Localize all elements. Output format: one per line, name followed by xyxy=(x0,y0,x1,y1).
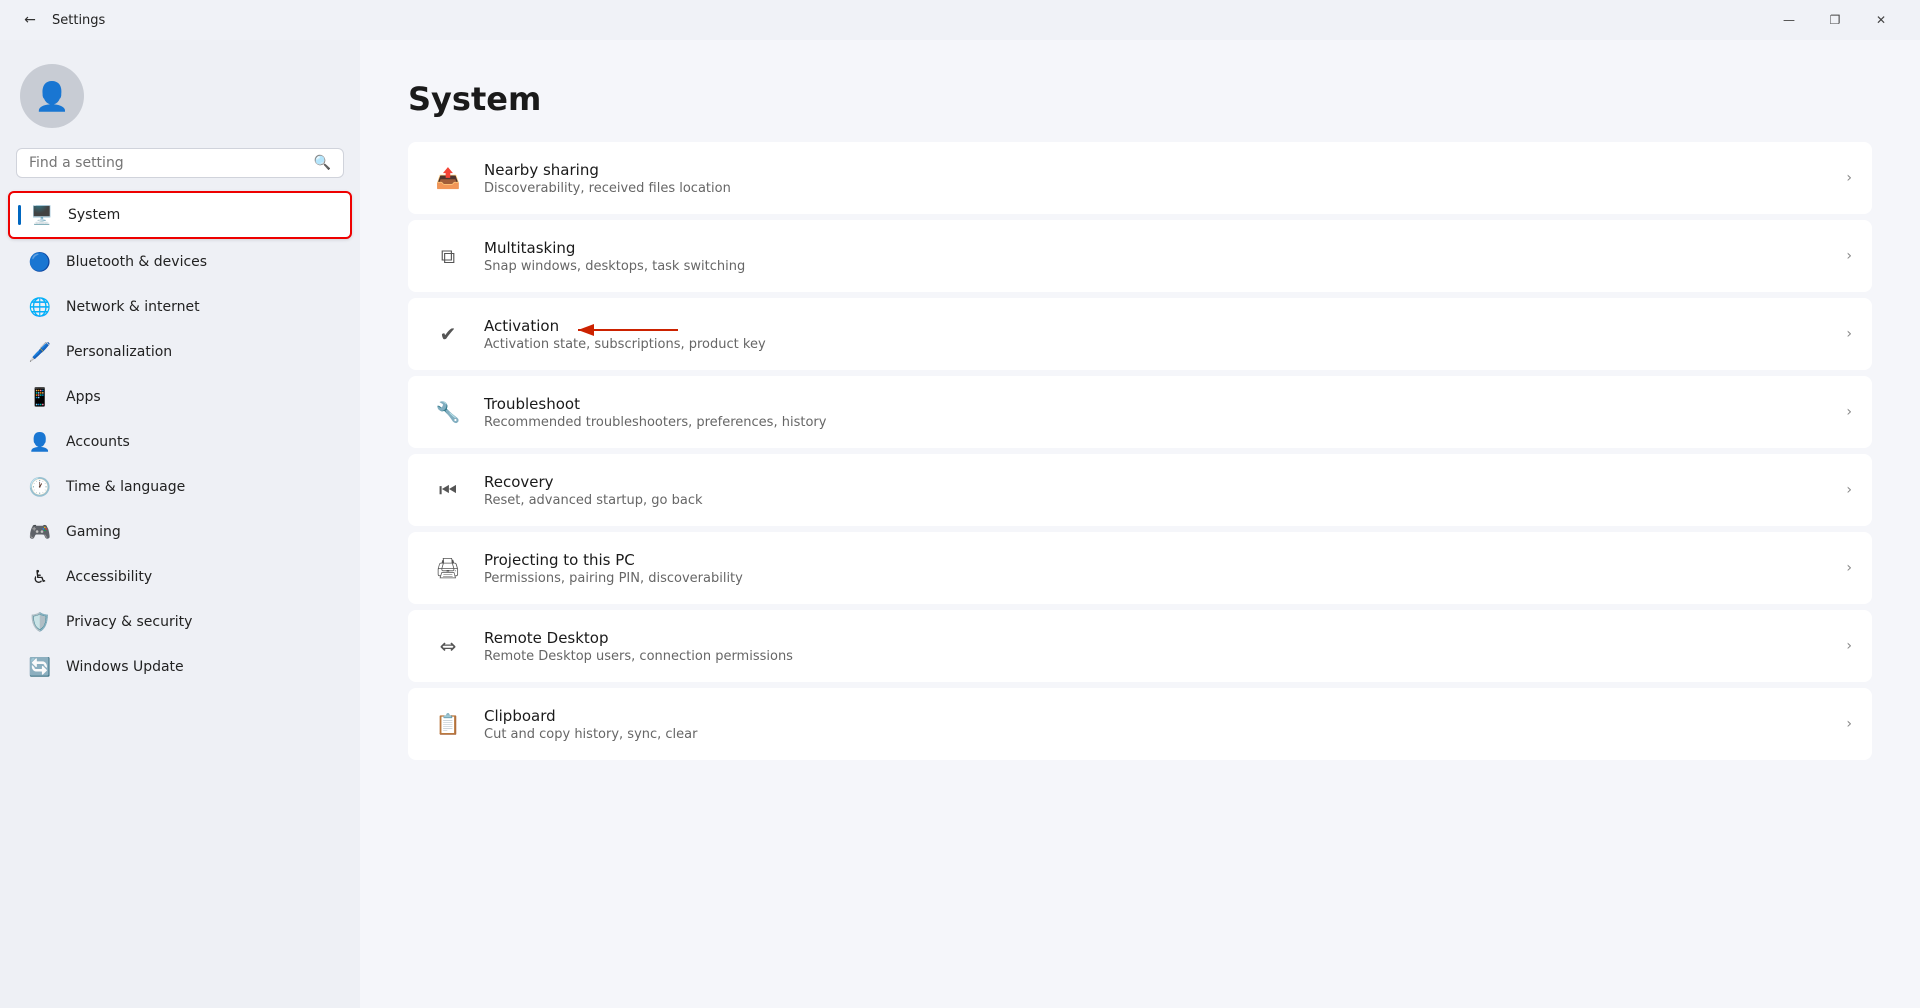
sidebar-label-gaming: Gaming xyxy=(66,524,121,540)
sidebar-item-network[interactable]: 🌐 Network & internet xyxy=(8,285,352,329)
sidebar-item-personalization[interactable]: 🖊️ Personalization xyxy=(8,330,352,374)
settings-card-clipboard[interactable]: 📋 Clipboard Cut and copy history, sync, … xyxy=(408,688,1872,760)
sidebar-label-windows-update: Windows Update xyxy=(66,659,184,675)
sidebar-item-time[interactable]: 🕐 Time & language xyxy=(8,465,352,509)
nearby-sharing-subtitle: Discoverability, received files location xyxy=(484,181,1846,196)
recovery-subtitle: Reset, advanced startup, go back xyxy=(484,493,1846,508)
activation-icon: ✔ xyxy=(428,314,468,354)
search-icon: 🔍 xyxy=(314,155,331,171)
settings-card-projecting[interactable]: 🖨 Projecting to this PC Permissions, pai… xyxy=(408,532,1872,604)
avatar: 👤 xyxy=(20,64,84,128)
recovery-icon: ⏮ xyxy=(428,470,468,510)
maximize-button[interactable]: ❐ xyxy=(1812,0,1858,40)
activation-title: Activation xyxy=(484,317,1846,335)
sidebar-item-accounts[interactable]: 👤 Accounts xyxy=(8,420,352,464)
clipboard-icon: 📋 xyxy=(428,704,468,744)
sidebar-label-bluetooth: Bluetooth & devices xyxy=(66,254,207,270)
settings-card-activation[interactable]: ✔ Activation Activation state, subscript… xyxy=(408,298,1872,370)
bluetooth-icon: 🔵 xyxy=(28,250,52,274)
remote-desktop-title: Remote Desktop xyxy=(484,629,1846,647)
search-box[interactable]: 🔍 xyxy=(16,148,344,178)
projecting-icon: 🖨 xyxy=(428,548,468,588)
settings-card-multitasking[interactable]: ⧉ Multitasking Snap windows, desktops, t… xyxy=(408,220,1872,292)
windows-update-icon: 🔄 xyxy=(28,655,52,679)
sidebar-label-privacy: Privacy & security xyxy=(66,614,192,630)
sidebar-label-system: System xyxy=(68,207,120,223)
search-input[interactable] xyxy=(29,155,306,171)
content-area: System 📤 Nearby sharing Discoverability,… xyxy=(360,40,1920,1008)
sidebar-label-accessibility: Accessibility xyxy=(66,569,152,585)
multitasking-title: Multitasking xyxy=(484,239,1846,257)
sidebar-label-personalization: Personalization xyxy=(66,344,172,360)
troubleshoot-icon: 🔧 xyxy=(428,392,468,432)
apps-icon: 📱 xyxy=(28,385,52,409)
sidebar-label-network: Network & internet xyxy=(66,299,200,315)
back-button[interactable]: ← xyxy=(16,6,44,34)
personalization-icon: 🖊️ xyxy=(28,340,52,364)
main-layout: 👤 🔍 🖥️ System 🔵 Bluetooth & devices 🌐 Ne… xyxy=(0,40,1920,1008)
settings-list: 📤 Nearby sharing Discoverability, receiv… xyxy=(408,142,1872,760)
sidebar-label-apps: Apps xyxy=(66,389,101,405)
projecting-subtitle: Permissions, pairing PIN, discoverabilit… xyxy=(484,571,1846,586)
troubleshoot-subtitle: Recommended troubleshooters, preferences… xyxy=(484,415,1846,430)
remote-desktop-subtitle: Remote Desktop users, connection permiss… xyxy=(484,649,1846,664)
projecting-chevron: › xyxy=(1846,560,1852,576)
remote-desktop-icon: ⇔ xyxy=(428,626,468,666)
multitasking-chevron: › xyxy=(1846,248,1852,264)
sidebar-item-gaming[interactable]: 🎮 Gaming xyxy=(8,510,352,554)
remote-desktop-chevron: › xyxy=(1846,638,1852,654)
clipboard-subtitle: Cut and copy history, sync, clear xyxy=(484,727,1846,742)
clipboard-title: Clipboard xyxy=(484,707,1846,725)
activation-chevron: › xyxy=(1846,326,1852,342)
accounts-icon: 👤 xyxy=(28,430,52,454)
multitasking-subtitle: Snap windows, desktops, task switching xyxy=(484,259,1846,274)
privacy-icon: 🛡️ xyxy=(28,610,52,634)
gaming-icon: 🎮 xyxy=(28,520,52,544)
troubleshoot-title: Troubleshoot xyxy=(484,395,1846,413)
sidebar-item-bluetooth[interactable]: 🔵 Bluetooth & devices xyxy=(8,240,352,284)
settings-card-nearby-sharing[interactable]: 📤 Nearby sharing Discoverability, receiv… xyxy=(408,142,1872,214)
app-title: Settings xyxy=(52,13,105,28)
minimize-button[interactable]: — xyxy=(1766,0,1812,40)
sidebar-item-privacy[interactable]: 🛡️ Privacy & security xyxy=(8,600,352,644)
nearby-sharing-icon: 📤 xyxy=(428,158,468,198)
network-icon: 🌐 xyxy=(28,295,52,319)
clipboard-chevron: › xyxy=(1846,716,1852,732)
activation-subtitle: Activation state, subscriptions, product… xyxy=(484,337,1846,352)
settings-card-remote-desktop[interactable]: ⇔ Remote Desktop Remote Desktop users, c… xyxy=(408,610,1872,682)
troubleshoot-chevron: › xyxy=(1846,404,1852,420)
sidebar-item-system[interactable]: 🖥️ System xyxy=(8,191,352,239)
titlebar: ← Settings — ❐ ✕ xyxy=(0,0,1920,40)
page-title: System xyxy=(408,80,1872,118)
sidebar-item-accessibility[interactable]: ♿ Accessibility xyxy=(8,555,352,599)
sidebar-label-accounts: Accounts xyxy=(66,434,130,450)
window-controls: — ❐ ✕ xyxy=(1766,0,1904,40)
multitasking-icon: ⧉ xyxy=(428,236,468,276)
time-icon: 🕐 xyxy=(28,475,52,499)
sidebar-item-apps[interactable]: 📱 Apps xyxy=(8,375,352,419)
projecting-title: Projecting to this PC xyxy=(484,551,1846,569)
sidebar-item-windows-update[interactable]: 🔄 Windows Update xyxy=(8,645,352,689)
nearby-sharing-title: Nearby sharing xyxy=(484,161,1846,179)
system-icon: 🖥️ xyxy=(30,203,54,227)
user-avatar-area: 👤 xyxy=(0,40,360,144)
settings-card-recovery[interactable]: ⏮ Recovery Reset, advanced startup, go b… xyxy=(408,454,1872,526)
recovery-chevron: › xyxy=(1846,482,1852,498)
accessibility-icon: ♿ xyxy=(28,565,52,589)
sidebar-nav: 🖥️ System 🔵 Bluetooth & devices 🌐 Networ… xyxy=(0,190,360,690)
sidebar: 👤 🔍 🖥️ System 🔵 Bluetooth & devices 🌐 Ne… xyxy=(0,40,360,1008)
sidebar-label-time: Time & language xyxy=(66,479,185,495)
recovery-title: Recovery xyxy=(484,473,1846,491)
nearby-sharing-chevron: › xyxy=(1846,170,1852,186)
settings-card-troubleshoot[interactable]: 🔧 Troubleshoot Recommended troubleshoote… xyxy=(408,376,1872,448)
close-button[interactable]: ✕ xyxy=(1858,0,1904,40)
